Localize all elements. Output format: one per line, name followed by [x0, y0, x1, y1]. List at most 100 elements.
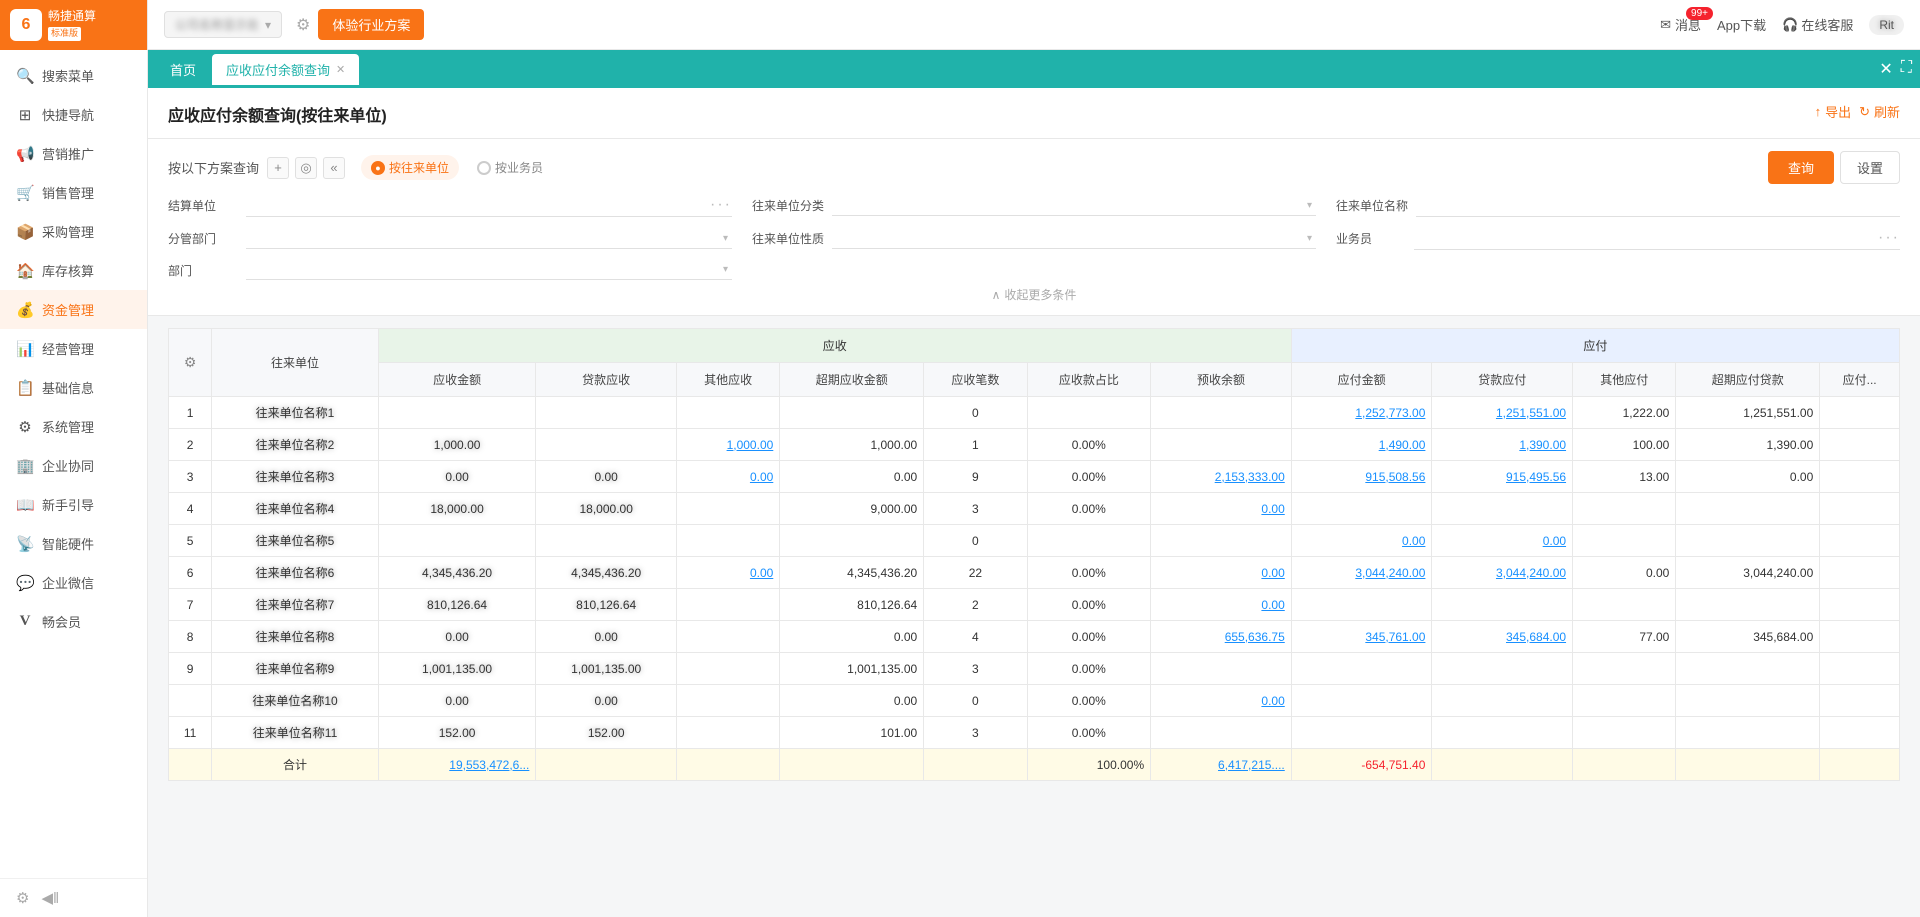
total-ar-amount[interactable]: 19,553,472,6...: [378, 749, 536, 781]
field-salesperson: 业务员 ···: [1336, 227, 1900, 250]
th-group-ar: 应收: [378, 329, 1291, 363]
topbar-actions: ⚙ 体验行业方案: [296, 9, 424, 40]
th-ar-overdue: 超期应收金额: [780, 363, 924, 397]
th-ap-other: 其他应付: [1573, 363, 1676, 397]
page-header: 应收应付余额查询(按往来单位) ↑ 导出 ↻ 刷新: [148, 88, 1920, 139]
salesperson-dots[interactable]: ···: [1878, 229, 1900, 247]
scheme-settings-button[interactable]: ◎: [295, 157, 317, 179]
sidebar-item-guide[interactable]: 📖 新手引导: [0, 485, 147, 524]
partner-name-cell: 往来单位名称5: [212, 525, 379, 557]
notification-badge: 99+: [1686, 7, 1713, 20]
sidebar-item-hardware[interactable]: 📡 智能硬件: [0, 524, 147, 563]
collapse-button[interactable]: ∧ 收起更多条件: [168, 286, 1900, 303]
sidebar-label-marketing: 营销推广: [42, 144, 94, 163]
logo-name: 畅捷通算: [48, 9, 96, 25]
refresh-icon: ↻: [1859, 104, 1870, 120]
total-ap-other: [1573, 749, 1676, 781]
search-fields-row3: 部门 ▾: [168, 260, 1900, 280]
collapse-arrow-icon: ∧: [992, 288, 1001, 302]
sidebar-label-search: 搜索菜单: [42, 66, 94, 85]
group-by-staff[interactable]: 按业务员: [467, 155, 553, 180]
customer-service-link[interactable]: 🎧在线客服: [1782, 15, 1853, 34]
total-ar-ratio: 100.00%: [1027, 749, 1151, 781]
sidebar-item-finance[interactable]: 💰 资金管理: [0, 290, 147, 329]
scheme-back-button[interactable]: «: [323, 157, 345, 179]
footer-settings-icon[interactable]: ⚙: [16, 889, 29, 907]
partner-type-select[interactable]: ▾: [832, 196, 1316, 216]
tab-close-window-icon[interactable]: ✕: [1879, 59, 1892, 79]
export-label: 导出: [1825, 102, 1851, 121]
solution-button[interactable]: 体验行业方案: [318, 9, 424, 40]
search-label: 按以下方案查询: [168, 158, 259, 177]
dept-manager-label: 分管部门: [168, 230, 238, 247]
sidebar-item-system[interactable]: ⚙ 系统管理: [0, 407, 147, 446]
partner-nature-select[interactable]: ▾: [832, 229, 1316, 249]
topbar-gear-icon[interactable]: ⚙: [296, 15, 310, 35]
refresh-button[interactable]: ↻ 刷新: [1859, 102, 1900, 121]
tab-home[interactable]: 首页: [156, 54, 210, 85]
topbar: 公司名称显示处 ▾ ⚙ 体验行业方案 ✉ 消息 99+ App下载 🎧在线客服 …: [148, 0, 1920, 50]
logo-badge: 标准版: [48, 27, 81, 41]
settings-button[interactable]: 设置: [1840, 151, 1900, 184]
tab-close-icon[interactable]: ✕: [336, 63, 345, 76]
dropdown-arrow-icon[interactable]: ▾: [265, 18, 271, 32]
th-ar-ratio: 应收款占比: [1027, 363, 1151, 397]
salesperson-input[interactable]: [1414, 227, 1878, 249]
partner-nature-arrow: ▾: [1307, 233, 1312, 244]
corp-icon: 🏢: [16, 457, 34, 475]
sidebar-label-system: 系统管理: [42, 417, 94, 436]
sidebar-item-sales[interactable]: 🛒 销售管理: [0, 173, 147, 212]
table-row: 2往来单位名称21,000.001,000.001,000.0010.00%1,…: [169, 429, 1900, 461]
total-ar-advance[interactable]: 6,417,215....: [1151, 749, 1292, 781]
partner-name-cell: 往来单位名称1: [212, 397, 379, 429]
partner-name-input[interactable]: [1416, 194, 1900, 217]
dept-manager-select[interactable]: ▾: [246, 229, 732, 249]
th-group-ap: 应付: [1291, 329, 1899, 363]
partner-type-arrow: ▾: [1307, 200, 1312, 211]
sidebar-label-hardware: 智能硬件: [42, 534, 94, 553]
settlement-input[interactable]: [246, 194, 710, 216]
basic-icon: 📋: [16, 379, 34, 397]
logo-icon: 6: [10, 9, 42, 41]
sidebar-item-search[interactable]: 🔍 搜索菜单: [0, 56, 147, 95]
hardware-icon: 📡: [16, 535, 34, 553]
tabbar-actions: ✕ ⛶: [1879, 59, 1912, 79]
th-ar-amount: 应收金额: [378, 363, 536, 397]
query-button[interactable]: 查询: [1768, 151, 1834, 184]
sidebar-item-warehouse[interactable]: 🏠 库存核算: [0, 251, 147, 290]
dept-label: 部门: [168, 262, 238, 279]
system-icon: ⚙: [16, 418, 34, 436]
table-row: 3往来单位名称30.000.000.000.0090.00%2,153,333.…: [169, 461, 1900, 493]
export-button[interactable]: ↑ 导出: [1815, 102, 1852, 121]
group-by-unit[interactable]: ● 按往来单位: [361, 155, 459, 180]
tab-home-label: 首页: [170, 60, 196, 79]
total-ar-count: [924, 749, 1027, 781]
salesperson-label: 业务员: [1336, 230, 1406, 247]
settlement-dots[interactable]: ···: [710, 196, 732, 214]
group-unit-icon: ●: [371, 161, 385, 175]
sidebar-item-marketing[interactable]: 📢 营销推广: [0, 134, 147, 173]
table-gear-icon[interactable]: ⚙: [184, 354, 197, 370]
partner-name-cell: 往来单位名称8: [212, 621, 379, 653]
sidebar-item-operation[interactable]: 📊 经营管理: [0, 329, 147, 368]
tab-ar-ap[interactable]: 应收应付余额查询 ✕: [212, 54, 359, 85]
app-download-link[interactable]: App下载: [1717, 15, 1766, 34]
tab-fullscreen-icon[interactable]: ⛶: [1901, 59, 1912, 79]
sidebar-item-member[interactable]: V 畅会员: [0, 602, 147, 641]
sidebar-item-basic[interactable]: 📋 基础信息: [0, 368, 147, 407]
sidebar-item-quick[interactable]: ⊞ 快捷导航: [0, 95, 147, 134]
search-bar: 按以下方案查询 + ◎ « ● 按往来单位 按业务员: [168, 151, 1900, 184]
th-gear[interactable]: ⚙: [169, 329, 212, 397]
partner-name-cell: 往来单位名称2: [212, 429, 379, 461]
sidebar-item-corp[interactable]: 🏢 企业协同: [0, 446, 147, 485]
notification-area[interactable]: ✉ 消息 99+: [1660, 15, 1701, 34]
sidebar-item-purchase[interactable]: 📦 采购管理: [0, 212, 147, 251]
footer-collapse-icon[interactable]: ◀‖: [41, 889, 59, 907]
add-scheme-button[interactable]: +: [267, 157, 289, 179]
sidebar-item-wechat[interactable]: 💬 企业微信: [0, 563, 147, 602]
user-info[interactable]: Rit: [1869, 15, 1904, 35]
partner-name-cell: 往来单位名称6: [212, 557, 379, 589]
dept-select[interactable]: ▾: [246, 260, 732, 280]
total-label: 合计: [212, 749, 379, 781]
table-row: 7往来单位名称7810,126.64810,126.64810,126.6420…: [169, 589, 1900, 621]
